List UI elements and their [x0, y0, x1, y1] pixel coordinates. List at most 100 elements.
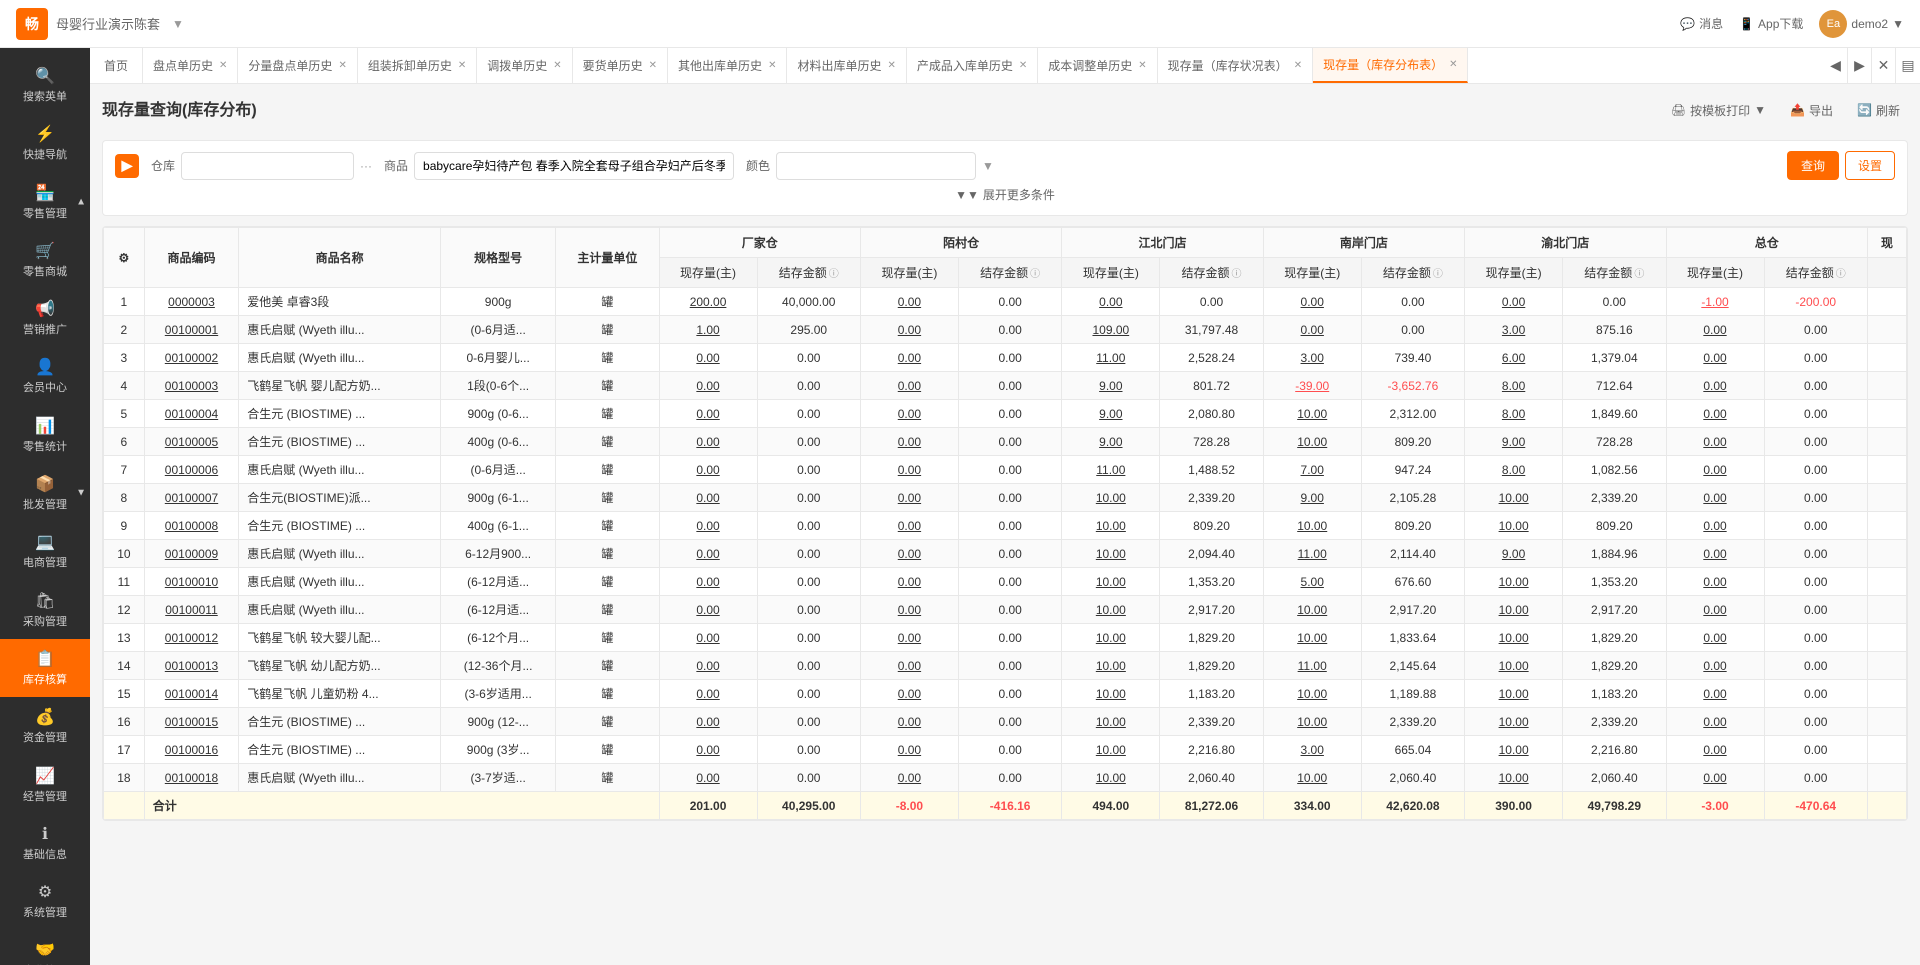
row-fac-qty[interactable]: 0.00: [659, 428, 757, 456]
export-btn[interactable]: 📤 导出: [1782, 98, 1841, 123]
sidebar-item-ecommerce[interactable]: 💻 电商管理: [0, 522, 90, 580]
sidebar-item-purchase[interactable]: 🛍 采购管理: [0, 581, 90, 639]
row-na-qty[interactable]: 10.00: [1263, 764, 1361, 792]
row-fac-qty[interactable]: 0.00: [659, 652, 757, 680]
row-na-qty[interactable]: 10.00: [1263, 708, 1361, 736]
row-na-qty[interactable]: 10.00: [1263, 624, 1361, 652]
row-fac-qty[interactable]: 0.00: [659, 568, 757, 596]
sidebar-item-enterprise[interactable]: 🤝 企业协同: [0, 930, 90, 965]
sidebar-item-basic[interactable]: ℹ 基础信息: [0, 814, 90, 872]
row-na-qty[interactable]: 10.00: [1263, 428, 1361, 456]
tab-next-btn[interactable]: ▶: [1848, 48, 1872, 83]
close-tab-icon[interactable]: ✕: [768, 60, 776, 71]
row-jb-qty[interactable]: 11.00: [1062, 456, 1160, 484]
query-btn[interactable]: 查询: [1787, 151, 1839, 180]
tab-item-要货单历史[interactable]: 要货单历史 ✕: [573, 48, 668, 83]
goods-input[interactable]: [414, 152, 734, 180]
row-fac-qty[interactable]: 0.00: [659, 512, 757, 540]
app-download-btn[interactable]: 📱 App下载: [1739, 15, 1803, 32]
row-code[interactable]: 00100003: [144, 372, 239, 400]
close-tab-icon[interactable]: ✕: [1294, 60, 1302, 71]
row-mou-qty[interactable]: 0.00: [860, 344, 958, 372]
row-mou-qty[interactable]: 0.00: [860, 400, 958, 428]
tab-item-盘点单历史[interactable]: 盘点单历史 ✕: [143, 48, 238, 83]
row-jb-qty[interactable]: 10.00: [1062, 568, 1160, 596]
row-yb-qty[interactable]: 10.00: [1465, 652, 1563, 680]
row-tot-qty[interactable]: 0.00: [1666, 344, 1764, 372]
row-yb-qty[interactable]: 3.00: [1465, 316, 1563, 344]
row-tot-qty[interactable]: 0.00: [1666, 484, 1764, 512]
row-tot-qty[interactable]: 0.00: [1666, 540, 1764, 568]
row-yb-qty[interactable]: 10.00: [1465, 596, 1563, 624]
row-yb-qty[interactable]: 9.00: [1465, 540, 1563, 568]
user-menu[interactable]: Ea demo2 ▼: [1819, 10, 1904, 38]
row-code[interactable]: 00100018: [144, 764, 239, 792]
row-mou-qty[interactable]: 0.00: [860, 596, 958, 624]
color-dropdown-icon[interactable]: ▼: [982, 159, 994, 173]
close-tab-icon[interactable]: ✕: [458, 60, 466, 71]
row-tot-qty[interactable]: 0.00: [1666, 680, 1764, 708]
tab-item-组装拆卸单历史[interactable]: 组装拆卸单历史 ✕: [358, 48, 477, 83]
row-tot-qty[interactable]: 0.00: [1666, 456, 1764, 484]
row-tot-qty[interactable]: 0.00: [1666, 736, 1764, 764]
close-tab-icon[interactable]: ✕: [338, 60, 346, 71]
row-yb-qty[interactable]: 10.00: [1465, 512, 1563, 540]
row-fac-qty[interactable]: 0.00: [659, 708, 757, 736]
row-yb-qty[interactable]: 10.00: [1465, 764, 1563, 792]
close-tab-icon[interactable]: ✕: [219, 60, 227, 71]
row-fac-qty[interactable]: 0.00: [659, 596, 757, 624]
row-na-qty[interactable]: 10.00: [1263, 596, 1361, 624]
row-tot-qty[interactable]: 0.00: [1666, 596, 1764, 624]
row-na-qty[interactable]: 11.00: [1263, 652, 1361, 680]
tab-prev-btn[interactable]: ◀: [1824, 48, 1848, 83]
row-jb-qty[interactable]: 109.00: [1062, 316, 1160, 344]
row-yb-qty[interactable]: 10.00: [1465, 708, 1563, 736]
sidebar-item-shortcut[interactable]: ⚡ 快捷导航: [0, 114, 90, 172]
row-tot-qty[interactable]: 0.00: [1666, 512, 1764, 540]
row-yb-qty[interactable]: 10.00: [1465, 568, 1563, 596]
row-code[interactable]: 00100010: [144, 568, 239, 596]
row-code[interactable]: 00100014: [144, 680, 239, 708]
row-yb-qty[interactable]: 10.00: [1465, 736, 1563, 764]
row-na-qty[interactable]: 10.00: [1263, 400, 1361, 428]
row-jb-qty[interactable]: 9.00: [1062, 372, 1160, 400]
message-btn[interactable]: 💬 消息: [1680, 15, 1723, 32]
row-na-qty[interactable]: 10.00: [1263, 512, 1361, 540]
row-na-qty[interactable]: 3.00: [1263, 344, 1361, 372]
tab-home[interactable]: 首页: [90, 48, 143, 83]
tab-item-产成品入库单历史[interactable]: 产成品入库单历史 ✕: [907, 48, 1038, 83]
row-fac-qty[interactable]: 0.00: [659, 764, 757, 792]
tab-item-成本调整单历史[interactable]: 成本调整单历史 ✕: [1038, 48, 1157, 83]
row-fac-qty[interactable]: 0.00: [659, 680, 757, 708]
row-tot-qty[interactable]: -1.00: [1666, 288, 1764, 316]
row-yb-qty[interactable]: 8.00: [1465, 400, 1563, 428]
row-tot-qty[interactable]: 0.00: [1666, 568, 1764, 596]
close-tab-icon[interactable]: ✕: [553, 60, 561, 71]
row-mou-qty[interactable]: 0.00: [860, 288, 958, 316]
row-fac-qty[interactable]: 0.00: [659, 372, 757, 400]
warehouse-input[interactable]: [181, 152, 354, 180]
row-code[interactable]: 00100008: [144, 512, 239, 540]
row-fac-qty[interactable]: 1.00: [659, 316, 757, 344]
sidebar-item-finance[interactable]: 💰 资金管理: [0, 697, 90, 755]
row-na-qty[interactable]: -39.00: [1263, 372, 1361, 400]
close-tab-icon[interactable]: ✕: [649, 60, 657, 71]
sidebar-item-marketing[interactable]: 📢 营销推广: [0, 289, 90, 347]
print-btn[interactable]: 🖨 按模板打印 ▼: [1663, 98, 1774, 123]
row-code[interactable]: 00100006: [144, 456, 239, 484]
col-gear[interactable]: ⚙: [104, 228, 145, 288]
sidebar-item-retail-stats[interactable]: 📊 零售统计: [0, 406, 90, 464]
row-mou-qty[interactable]: 0.00: [860, 736, 958, 764]
row-code[interactable]: 00100016: [144, 736, 239, 764]
row-na-qty[interactable]: 0.00: [1263, 316, 1361, 344]
row-code[interactable]: 00100007: [144, 484, 239, 512]
row-mou-qty[interactable]: 0.00: [860, 568, 958, 596]
row-code[interactable]: 00100002: [144, 344, 239, 372]
row-code[interactable]: 00100011: [144, 596, 239, 624]
tab-item-材料出库单历史[interactable]: 材料出库单历史 ✕: [787, 48, 906, 83]
row-tot-qty[interactable]: 0.00: [1666, 708, 1764, 736]
row-na-qty[interactable]: 11.00: [1263, 540, 1361, 568]
row-mou-qty[interactable]: 0.00: [860, 316, 958, 344]
row-jb-qty[interactable]: 10.00: [1062, 736, 1160, 764]
row-yb-qty[interactable]: 10.00: [1465, 484, 1563, 512]
